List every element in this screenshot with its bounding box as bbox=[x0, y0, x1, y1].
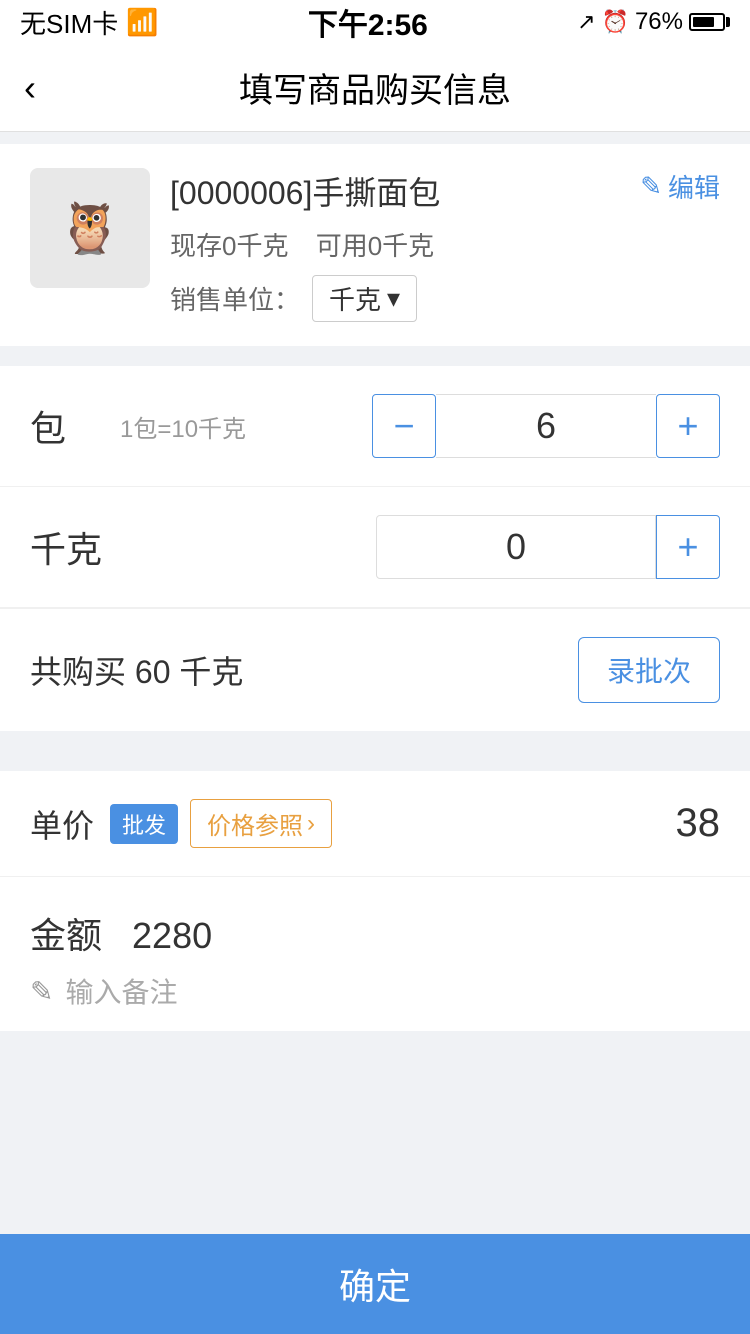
battery-icon bbox=[689, 13, 730, 31]
section-divider-1 bbox=[0, 346, 750, 366]
unit-label: 销售单位： bbox=[170, 280, 300, 317]
note-row[interactable]: ✎ 输入备注 bbox=[30, 971, 720, 1011]
battery-percent: 76% bbox=[635, 8, 683, 36]
wifi-icon: 📶 bbox=[126, 7, 158, 38]
content-spacer bbox=[0, 1031, 750, 1234]
edit-icon: ✎ bbox=[640, 171, 662, 202]
edit-label: 编辑 bbox=[668, 168, 720, 205]
product-name: [0000006]手撕面包 bbox=[170, 168, 720, 214]
amount-section: 金额 2280 ✎ 输入备注 bbox=[0, 877, 750, 1031]
location-icon: ↗ bbox=[577, 9, 595, 35]
product-info: [0000006]手撕面包 现存0千克 可用0千克 销售单位： 千克 ▾ bbox=[170, 168, 720, 322]
price-label: 单价 bbox=[30, 801, 94, 847]
unit-value: 千克 bbox=[329, 280, 381, 317]
product-logo-icon: 🦉 bbox=[59, 199, 121, 258]
note-icon: ✎ bbox=[30, 975, 53, 1008]
total-row: 共购买 60 千克 录批次 bbox=[0, 608, 750, 731]
bag-quantity-control: − + bbox=[372, 394, 720, 458]
status-right: ↗ ⏰ 76% bbox=[577, 8, 730, 36]
amount-row: 金额 2280 bbox=[30, 907, 720, 959]
status-bar: 无SIM卡 📶 下午2:56 ↗ ⏰ 76% bbox=[0, 0, 750, 44]
stock-text: 现存0千克 bbox=[170, 231, 288, 261]
status-carrier: 无SIM卡 📶 bbox=[20, 4, 159, 41]
kg-input-row: 千克 + bbox=[0, 487, 750, 608]
back-button[interactable]: ‹ bbox=[24, 67, 36, 109]
section-divider-2 bbox=[0, 731, 750, 751]
total-label: 共购买 60 千克 bbox=[30, 647, 243, 693]
note-placeholder: 输入备注 bbox=[65, 971, 177, 1011]
price-ref-button[interactable]: 价格参照 › bbox=[190, 799, 332, 848]
bag-quantity-input[interactable] bbox=[436, 394, 656, 458]
bag-minus-button[interactable]: − bbox=[372, 394, 436, 458]
edit-button[interactable]: ✎ 编辑 bbox=[640, 168, 720, 205]
nav-bar: ‹ 填写商品购买信息 bbox=[0, 44, 750, 132]
kg-quantity-control: + bbox=[376, 515, 720, 579]
amount-label: 金额 2280 bbox=[30, 915, 212, 956]
bag-label: 包 bbox=[30, 400, 110, 452]
price-row: 单价 批发 价格参照 › 38 bbox=[0, 771, 750, 877]
price-section: 单价 批发 价格参照 › 38 bbox=[0, 771, 750, 877]
batch-button[interactable]: 录批次 bbox=[578, 637, 720, 703]
product-image: 🦉 bbox=[30, 168, 150, 288]
kg-label: 千克 bbox=[30, 521, 110, 573]
bag-plus-button[interactable]: + bbox=[656, 394, 720, 458]
carrier-text: 无SIM卡 bbox=[20, 4, 118, 41]
confirm-button[interactable]: 确定 bbox=[0, 1234, 750, 1334]
product-card: 🦉 [0000006]手撕面包 现存0千克 可用0千克 销售单位： 千克 ▾ ✎… bbox=[0, 144, 750, 346]
status-time: 下午2:56 bbox=[308, 0, 428, 44]
price-tag: 批发 bbox=[110, 804, 178, 844]
product-unit-row: 销售单位： 千克 ▾ bbox=[170, 275, 720, 322]
page-title: 填写商品购买信息 bbox=[239, 63, 511, 112]
price-value: 38 bbox=[676, 801, 721, 846]
input-section: 包 1包=10千克 − + 千克 + 共购买 60 千克 录批次 bbox=[0, 366, 750, 731]
product-stock: 现存0千克 可用0千克 bbox=[170, 226, 720, 263]
chevron-right-icon: › bbox=[307, 810, 315, 838]
chevron-down-icon: ▾ bbox=[387, 283, 400, 314]
kg-plus-button[interactable]: + bbox=[656, 515, 720, 579]
bag-sublabel: 1包=10千克 bbox=[120, 409, 372, 444]
amount-value: 2280 bbox=[132, 915, 212, 956]
kg-quantity-input[interactable] bbox=[376, 515, 656, 579]
available-text: 可用0千克 bbox=[316, 231, 434, 261]
price-ref-label: 价格参照 bbox=[207, 806, 303, 841]
alarm-icon: ⏰ bbox=[602, 9, 629, 35]
bag-input-row: 包 1包=10千克 − + bbox=[0, 366, 750, 487]
unit-select[interactable]: 千克 ▾ bbox=[312, 275, 417, 322]
